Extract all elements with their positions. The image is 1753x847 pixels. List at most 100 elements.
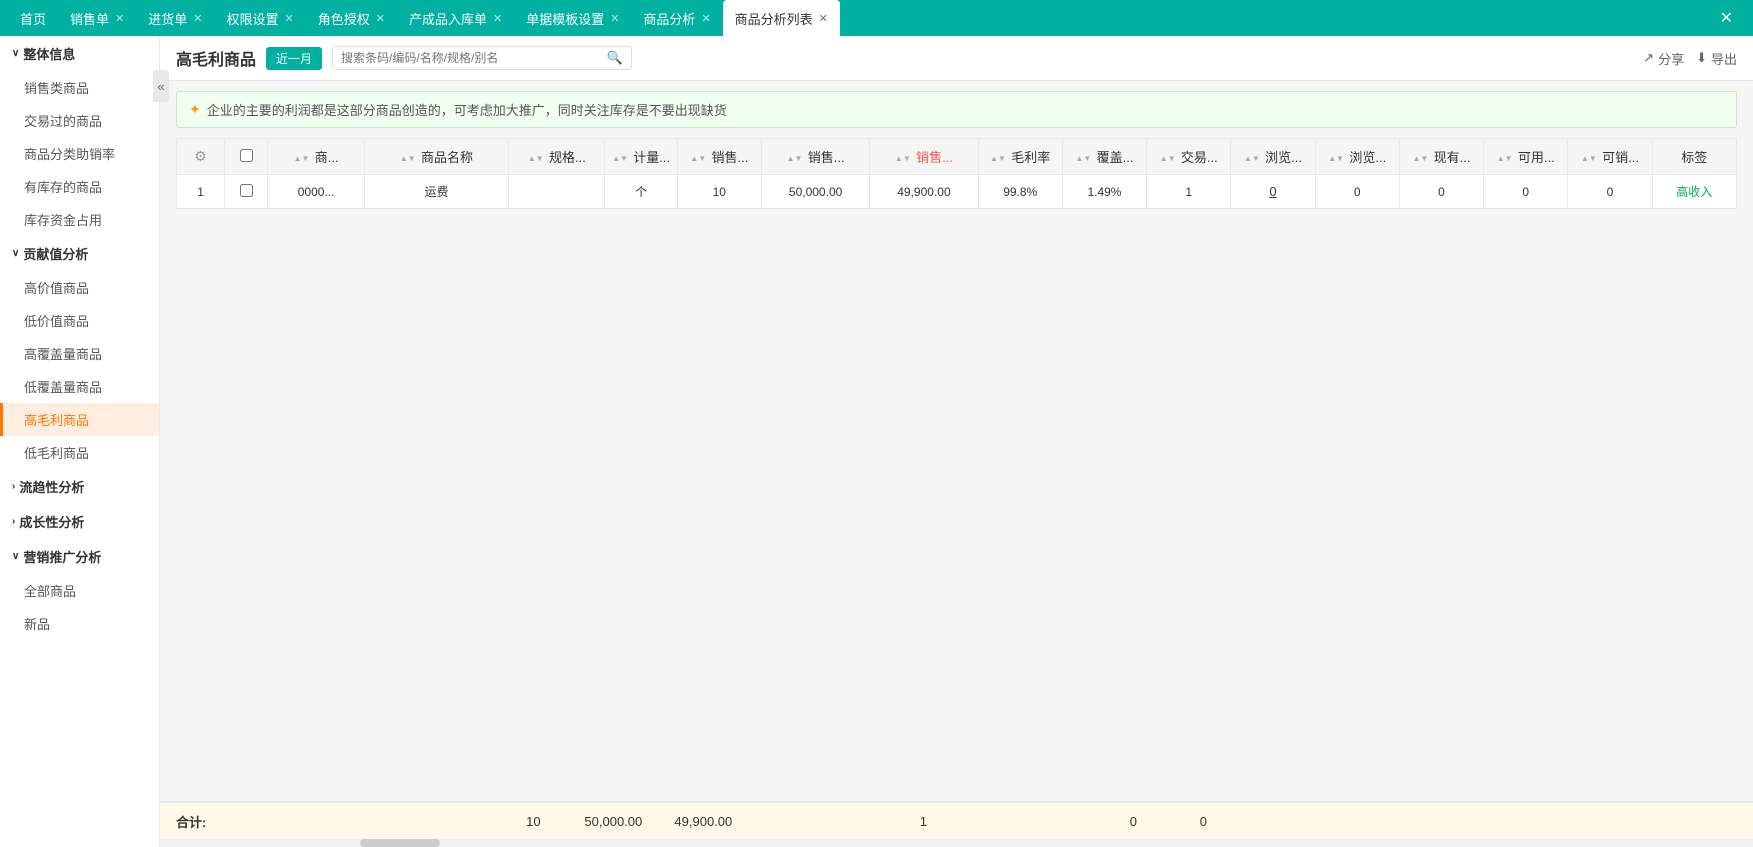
close-tab-6[interactable]: ✕ xyxy=(610,12,619,25)
table-row: 1 0000... 运费 个 10 50,000.00 49,900.00 99… xyxy=(177,175,1737,209)
sidebar-section-trend[interactable]: › 流趋性分析 xyxy=(0,469,159,504)
col-sales-qty[interactable]: ▲▼ 销售... xyxy=(677,139,761,175)
footer-total: 合计: 10 50,000.00 49,900.00 1 0 0 xyxy=(160,801,1753,839)
tag-value: 高收入 xyxy=(1676,185,1712,199)
sidebar-item-high-margin[interactable]: 高毛利商品 xyxy=(0,403,159,436)
top-nav: 首页 销售单 ✕ 进货单 ✕ 权限设置 ✕ 角色授权 ✕ 产成品入库单 ✕ 单据… xyxy=(0,0,1753,36)
sort-icon-browse2[interactable]: ▲▼ xyxy=(1328,154,1344,163)
col-current[interactable]: ▲▼ 现有... xyxy=(1399,139,1483,175)
col-gross-rate[interactable]: ▲▼ 毛利率 xyxy=(978,139,1062,175)
sort-icon-coverage[interactable]: ▲▼ xyxy=(1075,154,1091,163)
col-name[interactable]: ▲▼ 商品名称 xyxy=(364,139,508,175)
cell-sales-amount: 50,000.00 xyxy=(761,175,869,209)
cell-tag: 高收入 xyxy=(1652,175,1736,209)
cell-gross-rate: 99.8% xyxy=(978,175,1062,209)
nav-template-settings[interactable]: 单据模板设置 ✕ xyxy=(514,0,631,36)
col-spec[interactable]: ▲▼ 规格... xyxy=(509,139,605,175)
sidebar-section-contribution[interactable]: ∨ 贡献值分析 xyxy=(0,236,159,271)
col-available[interactable]: ▲▼ 可用... xyxy=(1484,139,1568,175)
col-transaction[interactable]: ▲▼ 交易... xyxy=(1147,139,1231,175)
col-tag[interactable]: 标签 xyxy=(1652,139,1736,175)
col-checkbox[interactable] xyxy=(225,139,268,175)
select-all-checkbox[interactable] xyxy=(240,149,253,162)
time-filter-button[interactable]: 近一月 xyxy=(266,47,322,70)
col-browse2[interactable]: ▲▼ 浏览... xyxy=(1315,139,1399,175)
sidebar-item-all-goods[interactable]: 全部商品 xyxy=(0,574,159,607)
sidebar-item-high-coverage[interactable]: 高覆盖量商品 xyxy=(0,337,159,370)
nav-role-auth[interactable]: 角色授权 ✕ xyxy=(306,0,397,36)
nav-home[interactable]: 首页 xyxy=(8,0,58,36)
close-app-button[interactable]: ✕ xyxy=(1708,8,1745,28)
sort-icon-sellable[interactable]: ▲▼ xyxy=(1581,154,1597,163)
sidebar-item-stock-capital[interactable]: 库存资金占用 xyxy=(0,203,159,236)
sort-icon-sales-amount[interactable]: ▲▼ xyxy=(787,154,803,163)
sort-icon-unit[interactable]: ▲▼ xyxy=(612,154,628,163)
nav-product-analysis-list[interactable]: 商品分析列表 ✕ xyxy=(723,0,840,36)
sort-icon-name[interactable]: ▲▼ xyxy=(400,154,416,163)
cell-name: 运费 xyxy=(364,175,508,209)
search-input[interactable] xyxy=(341,51,603,65)
footer-values: 10 50,000.00 49,900.00 1 0 0 xyxy=(222,814,1737,829)
sidebar-section-overall[interactable]: ∨ 整体信息 xyxy=(0,36,159,71)
cell-code: 0000... xyxy=(268,175,364,209)
sort-icon-sales-qty[interactable]: ▲▼ xyxy=(690,154,706,163)
close-tab-2[interactable]: ✕ xyxy=(193,12,202,25)
footer-sales-amount: 50,000.00 xyxy=(568,814,658,829)
sidebar-item-sales-goods[interactable]: 销售类商品 xyxy=(0,71,159,104)
col-sales-amount[interactable]: ▲▼ 销售... xyxy=(761,139,869,175)
col-code[interactable]: ▲▼ 商... xyxy=(268,139,364,175)
sidebar-item-category-rate[interactable]: 商品分类助销率 xyxy=(0,137,159,170)
sidebar-section-marketing[interactable]: ∨ 营销推广分析 xyxy=(0,539,159,574)
close-tab-7[interactable]: ✕ xyxy=(701,12,710,25)
sort-icon-code[interactable]: ▲▼ xyxy=(294,154,310,163)
settings-icon[interactable]: ⚙ xyxy=(194,148,207,164)
row-checkbox[interactable] xyxy=(240,184,253,197)
sort-icon-available[interactable]: ▲▼ xyxy=(1497,154,1513,163)
cell-current: 0 xyxy=(1399,175,1483,209)
close-tab-4[interactable]: ✕ xyxy=(376,12,385,25)
browse1-link[interactable]: 0 xyxy=(1269,184,1276,199)
close-tab-5[interactable]: ✕ xyxy=(493,12,502,25)
sort-icon-browse1[interactable]: ▲▼ xyxy=(1244,154,1260,163)
nav-purchase-order[interactable]: 进货单 ✕ xyxy=(136,0,214,36)
sidebar-item-low-value[interactable]: 低价值商品 xyxy=(0,304,159,337)
arrow-overall: ∨ xyxy=(12,48,19,59)
col-unit[interactable]: ▲▼ 计量... xyxy=(605,139,677,175)
nav-sales-order[interactable]: 销售单 ✕ xyxy=(58,0,136,36)
sidebar-item-traded-goods[interactable]: 交易过的商品 xyxy=(0,104,159,137)
nav-product-inbound[interactable]: 产成品入库单 ✕ xyxy=(397,0,514,36)
sort-icon-spec[interactable]: ▲▼ xyxy=(528,154,544,163)
nav-permission-settings[interactable]: 权限设置 ✕ xyxy=(214,0,305,36)
sidebar-item-low-margin[interactable]: 低毛利商品 xyxy=(0,436,159,469)
sort-icon-sales-profit[interactable]: ▲▼ xyxy=(895,154,911,163)
sidebar-item-low-coverage[interactable]: 低覆盖量商品 xyxy=(0,370,159,403)
close-tab-8[interactable]: ✕ xyxy=(819,12,828,25)
cell-browse1[interactable]: 0 xyxy=(1231,175,1315,209)
cell-checkbox[interactable] xyxy=(225,175,268,209)
arrow-trend: › xyxy=(12,481,15,492)
sidebar-item-in-stock[interactable]: 有库存的商品 xyxy=(0,170,159,203)
sidebar-section-growth[interactable]: › 成长性分析 xyxy=(0,504,159,539)
sort-icon-gross-rate[interactable]: ▲▼ xyxy=(990,154,1006,163)
close-tab-3[interactable]: ✕ xyxy=(285,12,294,25)
search-icon[interactable]: 🔍 xyxy=(607,50,623,66)
sidebar-item-high-value[interactable]: 高价值商品 xyxy=(0,271,159,304)
sidebar-item-new-goods[interactable]: 新品 xyxy=(0,607,159,640)
col-sellable[interactable]: ▲▼ 可销... xyxy=(1568,139,1652,175)
col-coverage[interactable]: ▲▼ 覆盖... xyxy=(1062,139,1146,175)
share-button[interactable]: ↗ 分享 xyxy=(1643,49,1684,68)
export-button[interactable]: ⬇ 导出 xyxy=(1696,49,1737,68)
data-table: ⚙ ▲▼ 商... ▲▼ 商品名称 xyxy=(176,138,1737,209)
sort-icon-current[interactable]: ▲▼ xyxy=(1412,154,1428,163)
col-browse1[interactable]: ▲▼ 浏览... xyxy=(1231,139,1315,175)
nav-product-analysis[interactable]: 商品分析 ✕ xyxy=(631,0,722,36)
arrow-contribution: ∨ xyxy=(12,248,19,259)
col-sales-profit[interactable]: ▲▼ 销售... xyxy=(870,139,978,175)
cell-coverage: 1.49% xyxy=(1062,175,1146,209)
sidebar-collapse-button[interactable]: « xyxy=(153,70,169,102)
close-tab-1[interactable]: ✕ xyxy=(115,12,124,25)
footer-sales-qty: 10 xyxy=(498,814,568,829)
col-settings[interactable]: ⚙ xyxy=(177,139,225,175)
sidebar: ∨ 整体信息 销售类商品 交易过的商品 商品分类助销率 有库存的商品 库存资金占… xyxy=(0,36,160,847)
sort-icon-transaction[interactable]: ▲▼ xyxy=(1160,154,1176,163)
